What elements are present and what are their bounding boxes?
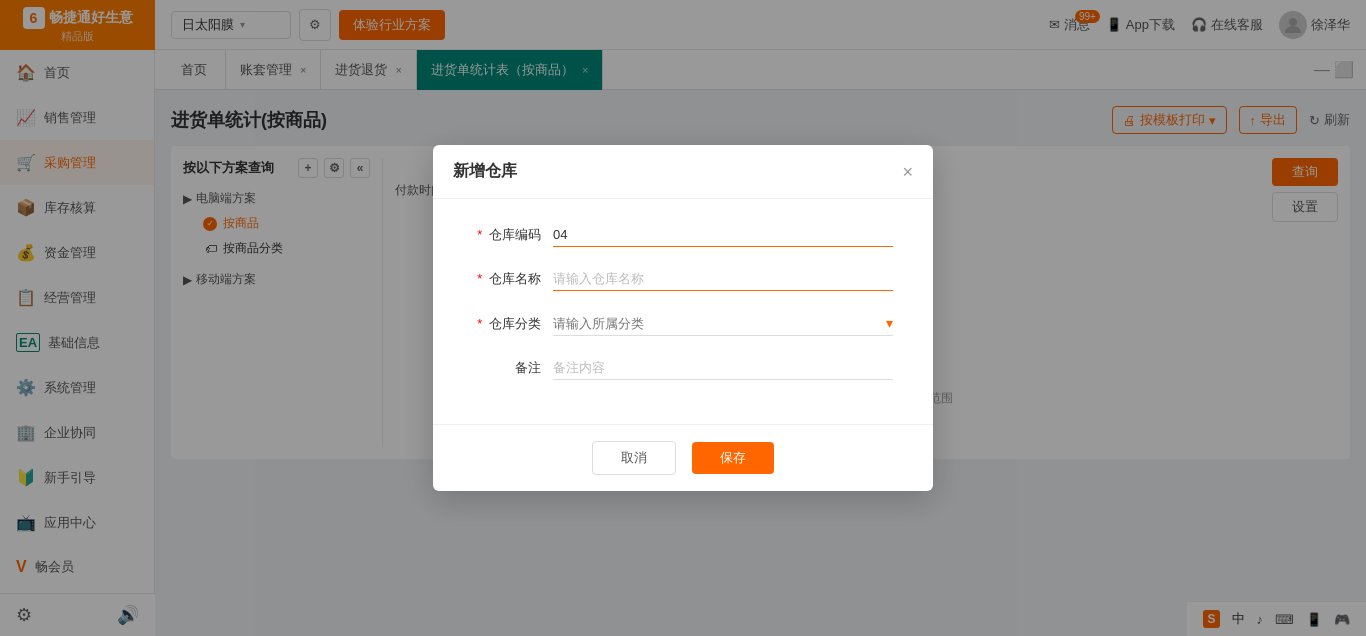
modal-footer: 取消 保存 — [433, 424, 933, 491]
modal-body: 仓库编码 仓库名称 仓库分类 ▾ — [433, 199, 933, 424]
modal-new-warehouse: 新增仓库 × 仓库编码 仓库名称 仓库分类 — [433, 145, 933, 491]
form-row-remark: 备注 — [473, 356, 893, 380]
category-select-row: ▾ — [553, 311, 893, 336]
name-input[interactable] — [553, 267, 893, 291]
form-row-name: 仓库名称 — [473, 267, 893, 291]
category-input[interactable] — [553, 316, 886, 331]
code-label: 仓库编码 — [473, 226, 553, 244]
modal-title: 新增仓库 — [453, 161, 517, 182]
form-row-category: 仓库分类 ▾ — [473, 311, 893, 336]
remark-label: 备注 — [473, 359, 553, 377]
modal-header: 新增仓库 × — [433, 145, 933, 199]
modal-close-button[interactable]: × — [902, 163, 913, 181]
cancel-button[interactable]: 取消 — [592, 441, 676, 475]
code-input[interactable] — [553, 223, 893, 247]
remark-input[interactable] — [553, 356, 893, 380]
modal-overlay[interactable]: 新增仓库 × 仓库编码 仓库名称 仓库分类 — [0, 0, 1366, 636]
form-row-code: 仓库编码 — [473, 223, 893, 247]
name-label: 仓库名称 — [473, 270, 553, 288]
category-label: 仓库分类 — [473, 315, 553, 333]
save-button[interactable]: 保存 — [692, 442, 774, 474]
category-chevron-icon[interactable]: ▾ — [886, 315, 893, 331]
